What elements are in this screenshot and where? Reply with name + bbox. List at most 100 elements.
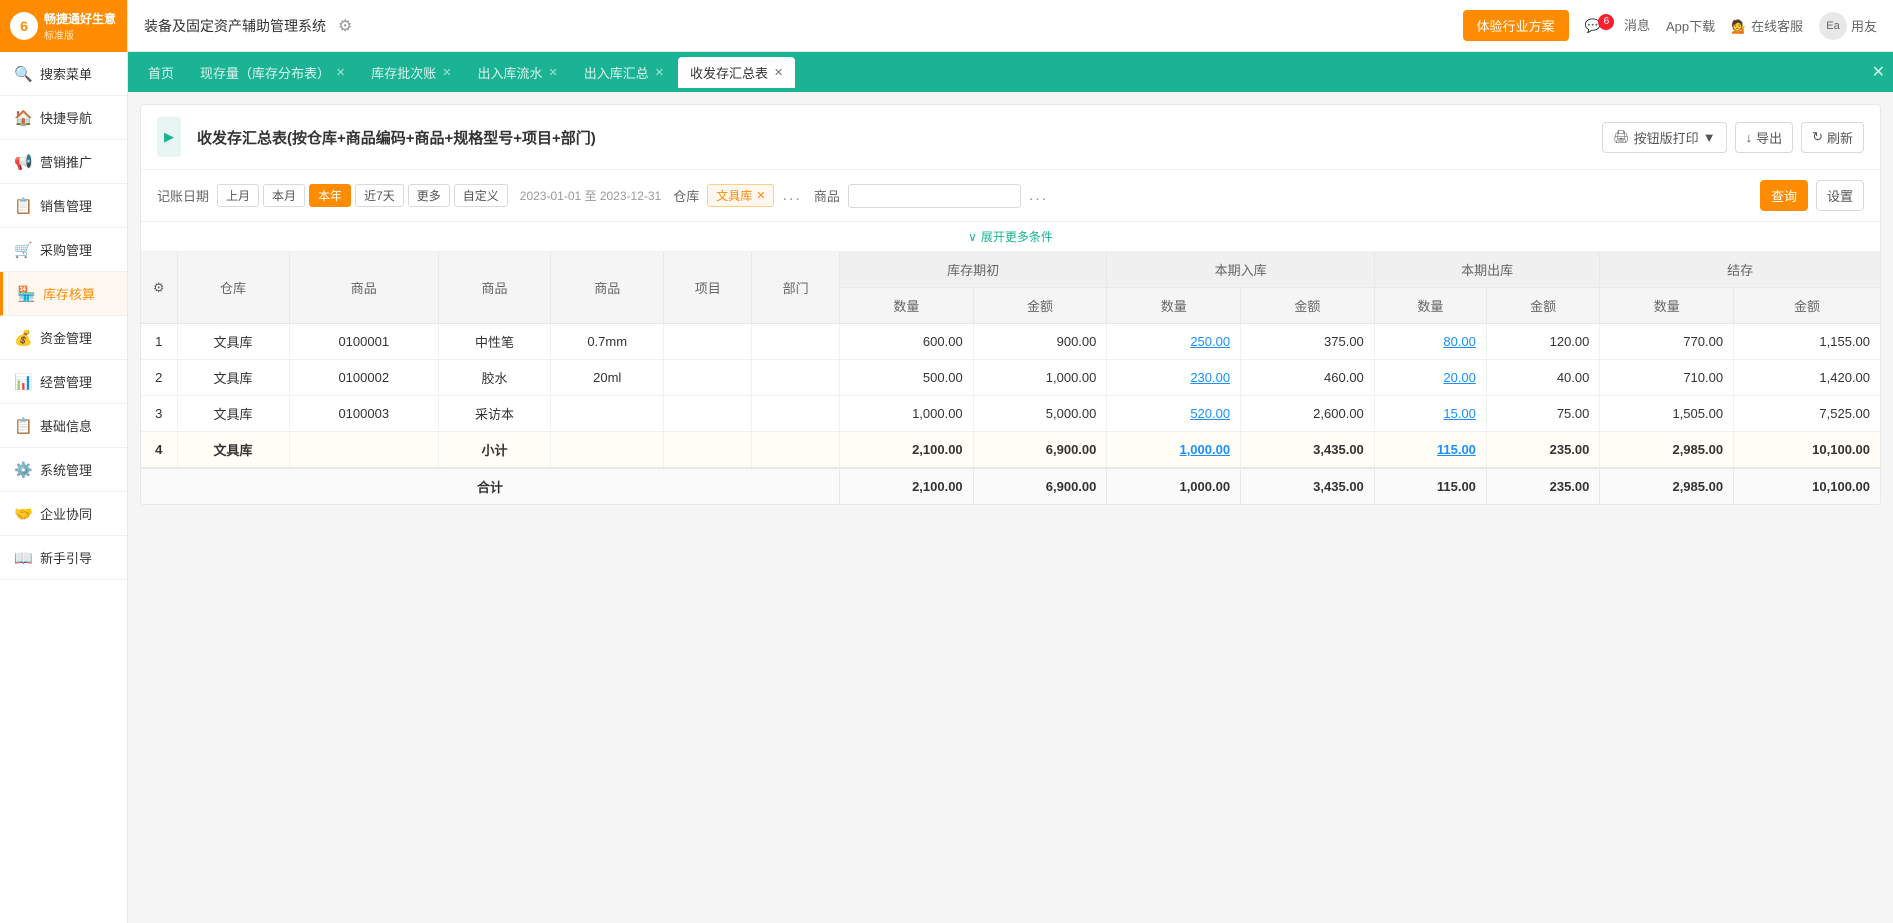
- settings-dropdown-icon[interactable]: ⚙: [338, 16, 352, 36]
- main-content: 装备及固定资产辅助管理系统 ⚙ 体验行业方案 💬 6 消息 App下载 💁 在线…: [128, 0, 1893, 923]
- th-out-amt: 金额: [1486, 288, 1599, 324]
- inventory-icon: 🏪: [17, 285, 35, 303]
- warehouse-tag-text: 文具库: [716, 187, 752, 204]
- date-btn-custom[interactable]: 自定义: [454, 184, 508, 207]
- cell-in-qty[interactable]: 250.00: [1107, 324, 1241, 360]
- cell-out-qty[interactable]: 80.00: [1374, 324, 1486, 360]
- tab-inventory-dist[interactable]: 现存量（库存分布表） ✕: [188, 57, 357, 88]
- print-button[interactable]: 🖨 按钮版打印 ▼: [1602, 122, 1726, 153]
- refresh-button[interactable]: ↻ 刷新: [1801, 122, 1864, 153]
- cell-in-qty[interactable]: 230.00: [1107, 360, 1241, 396]
- date-btn-last-month[interactable]: 上月: [217, 184, 259, 207]
- th-bal-qty: 数量: [1600, 288, 1734, 324]
- date-btn-more[interactable]: 更多: [408, 184, 450, 207]
- sidebar-item-marketing[interactable]: 📢 营销推广: [0, 140, 127, 184]
- th-in-amt: 金额: [1241, 288, 1375, 324]
- cell-in-qty[interactable]: 520.00: [1107, 396, 1241, 432]
- date-btn-this-month[interactable]: 本月: [263, 184, 305, 207]
- experience-button[interactable]: 体验行业方案: [1463, 10, 1569, 41]
- cell-in-amt: 2,600.00: [1241, 396, 1375, 432]
- top-header: 装备及固定资产辅助管理系统 ⚙ 体验行业方案 💬 6 消息 App下载 💁 在线…: [128, 0, 1893, 52]
- tab-batch-label: 库存批次账: [371, 63, 436, 82]
- tab-inventory-dist-close[interactable]: ✕: [336, 66, 345, 79]
- th-open-qty: 数量: [839, 288, 973, 324]
- cell-bal-qty: 1,505.00: [1600, 396, 1734, 432]
- export-icon: ↓: [1746, 130, 1753, 145]
- sidebar-item-purchase[interactable]: 🛒 采购管理: [0, 228, 127, 272]
- sidebar-item-operation[interactable]: 📊 经营管理: [0, 360, 127, 404]
- tab-bar-close-icon[interactable]: ✕: [1872, 62, 1885, 82]
- th-goods-spec: 商品: [551, 252, 664, 324]
- tab-receive-send-close[interactable]: ✕: [774, 66, 783, 79]
- footer-bal-qty: 2,985.00: [1600, 468, 1734, 504]
- cell-goods-name: 采访本: [438, 396, 550, 432]
- cell-in-amt: 460.00: [1241, 360, 1375, 396]
- sidebar-item-basic[interactable]: 📋 基础信息: [0, 404, 127, 448]
- tab-home[interactable]: 首页: [136, 57, 186, 88]
- sidebar-logo: 6 畅捷通好生意 标准版: [0, 0, 127, 52]
- sidebar-item-guide[interactable]: 📖 新手引导: [0, 536, 127, 580]
- th-warehouse: 仓库: [177, 252, 289, 324]
- filter-date-section: 记账日期 上月 本月 本年 近7天 更多 自定义 2023-01-01 至 20…: [157, 184, 661, 207]
- cell-seq: 1: [141, 324, 177, 360]
- cell-dept: [752, 432, 840, 469]
- header-actions: 体验行业方案 💬 6 消息 App下载 💁 在线客服 Ea 用友: [1463, 10, 1877, 41]
- message-area[interactable]: 💬 6 消息: [1585, 15, 1650, 36]
- toggle-collapse[interactable]: ▶: [157, 117, 181, 157]
- print-icon: 🖨: [1613, 129, 1630, 145]
- goods-filter-label: 商品: [814, 186, 840, 205]
- tab-receive-send[interactable]: 收发存汇总表 ✕: [678, 57, 795, 88]
- export-button[interactable]: ↓ 导出: [1735, 122, 1794, 153]
- page-title: 收发存汇总表(按仓库+商品编码+商品+规格型号+项目+部门): [197, 127, 596, 148]
- tab-inout-flow-close[interactable]: ✕: [549, 66, 558, 79]
- cell-in-amt: 3,435.00: [1241, 432, 1375, 469]
- expand-label: 展开更多条件: [981, 228, 1053, 245]
- th-settings[interactable]: ⚙: [141, 252, 177, 324]
- goods-ellipsis[interactable]: ...: [1029, 187, 1048, 205]
- sidebar-item-quick[interactable]: 🏠 快捷导航: [0, 96, 127, 140]
- collab-icon: 🤝: [14, 505, 32, 523]
- data-table: ⚙ 仓库 商品 商品 商品 项目 部门 库存期初 本期入库 本期出库 结存: [141, 252, 1880, 504]
- sidebar-item-finance[interactable]: 💰 资金管理: [0, 316, 127, 360]
- app-download-link[interactable]: App下载: [1666, 16, 1715, 35]
- tab-inout-flow[interactable]: 出入库流水 ✕: [465, 57, 569, 88]
- sidebar-item-search[interactable]: 🔍 搜索菜单: [0, 52, 127, 96]
- date-btn-this-year[interactable]: 本年: [309, 184, 351, 207]
- tab-inout-summary-close[interactable]: ✕: [655, 66, 664, 79]
- tab-batch-close[interactable]: ✕: [442, 66, 451, 79]
- sidebar-item-collab[interactable]: 🤝 企业协同: [0, 492, 127, 536]
- cell-out-qty[interactable]: 15.00: [1374, 396, 1486, 432]
- cell-bal-qty: 2,985.00: [1600, 432, 1734, 469]
- tab-inout-summary[interactable]: 出入库汇总 ✕: [572, 57, 676, 88]
- user-area[interactable]: Ea 用友: [1819, 12, 1877, 40]
- th-goods-code: 商品: [289, 252, 438, 324]
- cell-bal-amt: 1,420.00: [1734, 360, 1880, 396]
- marketing-icon: 📢: [14, 153, 32, 171]
- print-label: 按钮版打印: [1634, 128, 1699, 147]
- cell-warehouse: 文具库: [177, 324, 289, 360]
- print-chevron-icon: ▼: [1703, 130, 1716, 145]
- warehouse-tag[interactable]: 文具库 ✕: [707, 184, 774, 207]
- sidebar-item-system[interactable]: ⚙️ 系统管理: [0, 448, 127, 492]
- goods-filter-input[interactable]: [848, 184, 1021, 208]
- date-btn-7days[interactable]: 近7天: [355, 184, 404, 207]
- cell-out-amt: 40.00: [1486, 360, 1599, 396]
- warehouse-ellipsis[interactable]: ...: [782, 187, 801, 205]
- cell-goods-code: [289, 432, 438, 469]
- expand-conditions-button[interactable]: ∨ 展开更多条件: [968, 228, 1053, 245]
- tab-batch[interactable]: 库存批次账 ✕: [359, 57, 463, 88]
- cell-out-qty[interactable]: 115.00: [1374, 432, 1486, 469]
- query-button[interactable]: 查询: [1760, 180, 1808, 211]
- sidebar-item-label: 采购管理: [40, 240, 92, 259]
- warehouse-tag-close[interactable]: ✕: [756, 189, 765, 202]
- filter-warehouse-section: 仓库 文具库 ✕ ...: [673, 184, 802, 207]
- cell-open-qty: 500.00: [839, 360, 973, 396]
- sidebar-item-inventory[interactable]: 🏪 库存核算: [0, 272, 127, 316]
- online-service-link[interactable]: 💁 在线客服: [1731, 16, 1803, 35]
- cell-in-qty[interactable]: 1,000.00: [1107, 432, 1241, 469]
- cell-dept: [752, 360, 840, 396]
- sales-icon: 📋: [14, 197, 32, 215]
- cell-out-qty[interactable]: 20.00: [1374, 360, 1486, 396]
- sidebar-item-sales[interactable]: 📋 销售管理: [0, 184, 127, 228]
- settings-table-button[interactable]: 设置: [1816, 180, 1864, 211]
